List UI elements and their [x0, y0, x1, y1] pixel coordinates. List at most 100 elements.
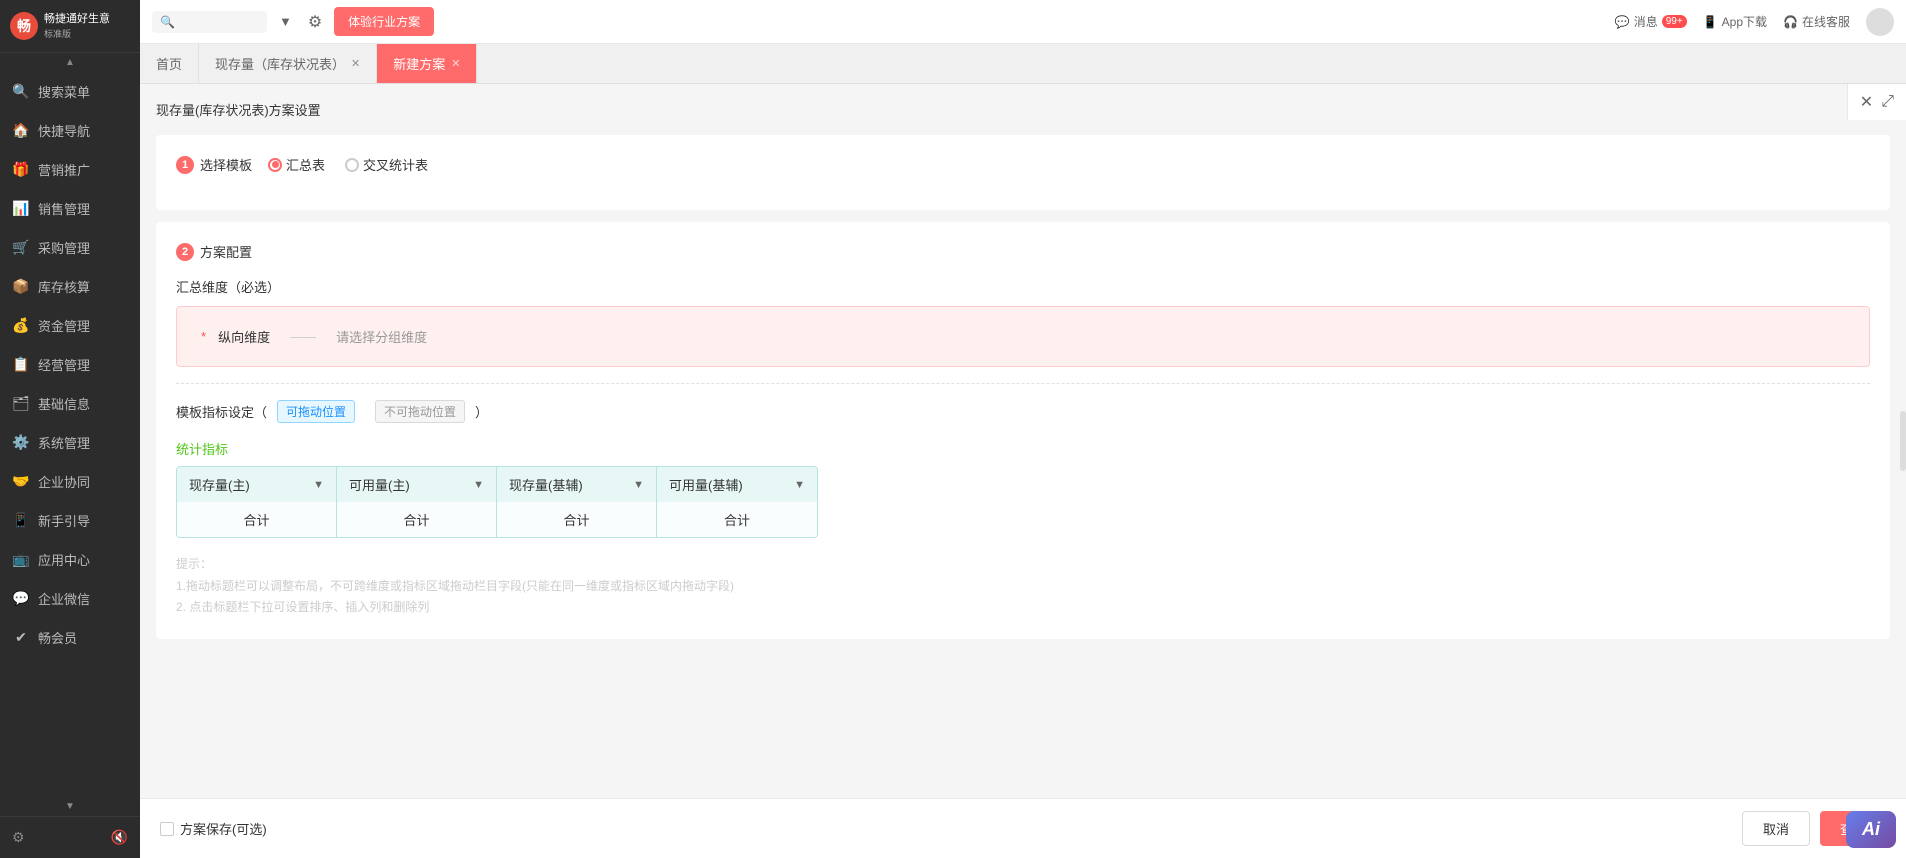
tab-home[interactable]: 首页 — [140, 44, 199, 83]
tabs-bar: 首页 现存量（库存状况表） ✕ 新建方案 ✕ — [140, 44, 1906, 84]
expand-window-btn[interactable]: ⤢ — [1877, 91, 1898, 113]
stats-col-body-1: 合计 — [177, 502, 337, 537]
stats-col-header-3[interactable]: 现存量(基辅) ▼ — [497, 467, 657, 502]
tv-icon: 📺 — [12, 551, 30, 569]
sidebar-item-inventory[interactable]: 📦 库存核算 — [0, 267, 140, 306]
sidebar-scroll-down[interactable]: ▼ — [0, 797, 140, 816]
radio-cross[interactable]: 交叉统计表 — [345, 155, 428, 174]
sidebar-item-sales[interactable]: 📊 销售管理 — [0, 189, 140, 228]
search-input[interactable] — [179, 15, 259, 29]
save-option[interactable]: 方案保存(可选) — [160, 819, 267, 838]
sidebar-item-label: 新手引导 — [38, 511, 90, 530]
topbar-dropdown[interactable]: ▼ — [275, 10, 296, 33]
search-icon: 🔍 — [12, 83, 30, 101]
tab-inventory-status[interactable]: 现存量（库存状况表） ✕ — [199, 44, 377, 83]
stats-col-header-1[interactable]: 现存量(主) ▼ — [177, 467, 337, 502]
search-icon: 🔍 — [160, 15, 175, 29]
stats-col-body-3: 合计 — [497, 502, 657, 537]
col1-label: 现存量(主) — [189, 475, 250, 494]
sidebar-item-label: 应用中心 — [38, 550, 90, 569]
ai-badge[interactable]: Ai — [1846, 811, 1896, 848]
messages-badge: 99+ — [1662, 15, 1687, 28]
sidebar-item-purchase[interactable]: 🛒 采购管理 — [0, 228, 140, 267]
step1-header: 1 选择模板 汇总表 交叉统计表 — [176, 155, 1870, 174]
clipboard-icon: 📋 — [12, 356, 30, 374]
stats-label: 统计指标 — [176, 439, 1870, 458]
app-download-item[interactable]: 📱 App下载 — [1703, 13, 1767, 30]
sidebar-item-member[interactable]: ✔ 畅会员 — [0, 618, 140, 657]
hint-1: 1.拖动标题栏可以调整布局，不可跨维度或指标区域拖动栏目字段(只能在同一维度或指… — [176, 576, 1870, 598]
messages-item[interactable]: 💬 消息 99+ — [1615, 13, 1687, 30]
step1-card: 1 选择模板 汇总表 交叉统计表 — [156, 135, 1890, 210]
stats-table-body: 合计 合计 合计 合计 — [177, 502, 817, 537]
col4-dropdown[interactable]: ▼ — [794, 479, 805, 491]
stats-col-header-4[interactable]: 可用量(基辅) ▼ — [657, 467, 817, 502]
template-radio-group: 汇总表 交叉统计表 — [268, 155, 428, 174]
save-checkbox[interactable] — [160, 822, 174, 836]
phone-icon: 📱 — [12, 512, 30, 530]
col3-dropdown[interactable]: ▼ — [633, 479, 644, 491]
tab-new-scheme[interactable]: 新建方案 ✕ — [377, 44, 477, 83]
stats-col-header-2[interactable]: 可用量(主) ▼ — [337, 467, 497, 502]
logo-icon: 畅 — [10, 12, 38, 40]
sidebar-item-label: 企业协同 — [38, 472, 90, 491]
tab-new-scheme-close[interactable]: ✕ — [451, 57, 460, 70]
user-avatar[interactable] — [1866, 8, 1894, 36]
sidebar-item-wechat[interactable]: 💬 企业微信 — [0, 579, 140, 618]
volume-icon[interactable]: 🔇 — [107, 825, 132, 850]
online-service-label: 在线客服 — [1802, 13, 1850, 30]
col1-dropdown[interactable]: ▼ — [313, 479, 324, 491]
tab-inventory-close[interactable]: ✕ — [351, 57, 360, 70]
close-window-btn[interactable]: ✕ — [1856, 90, 1877, 114]
stats-col-body-4: 合计 — [657, 502, 817, 537]
template-setting-suffix: ） — [475, 402, 488, 421]
app-logo: 畅 畅捷通好生意 标准版 — [0, 0, 140, 53]
sidebar-item-label: 营销推广 — [38, 160, 90, 179]
app-badge: 标准版 — [44, 27, 110, 40]
sidebar-item-system[interactable]: ⚙️ 系统管理 — [0, 423, 140, 462]
step1-badge: 1 — [176, 156, 194, 174]
step2-header: 2 方案配置 — [176, 242, 1870, 261]
draggable-badge: 可拖动位置 — [277, 400, 355, 423]
online-service-item[interactable]: 🎧 在线客服 — [1783, 13, 1850, 30]
sidebar: 畅 畅捷通好生意 标准版 ▲ 🔍 搜索菜单 🏠 快捷导航 🎁 营销推广 📊 销售… — [0, 0, 140, 858]
sidebar-item-basic[interactable]: 🗂 基础信息 — [0, 384, 140, 423]
hint-label: 提示： — [176, 554, 1870, 576]
col2-dropdown[interactable]: ▼ — [473, 479, 484, 491]
topbar-gear-icon[interactable]: ⚙ — [304, 8, 326, 36]
tab-new-scheme-label: 新建方案 — [393, 54, 445, 73]
sidebar-item-label: 搜索菜单 — [38, 82, 90, 101]
app-download-label: App下载 — [1722, 13, 1767, 30]
sidebar-item-label: 销售管理 — [38, 199, 90, 218]
sidebar-item-newbie[interactable]: 📱 新手引导 — [0, 501, 140, 540]
sidebar-item-shortcut[interactable]: 🏠 快捷导航 — [0, 111, 140, 150]
step2-badge: 2 — [176, 243, 194, 261]
dimension-box: * 纵向维度 —— 请选择分组维度 — [176, 306, 1870, 367]
headset-icon: 🎧 — [1783, 15, 1798, 29]
industry-btn[interactable]: 体验行业方案 — [334, 7, 434, 36]
cart-icon: 🛒 — [12, 239, 30, 257]
sidebar-item-marketing[interactable]: 🎁 营销推广 — [0, 150, 140, 189]
radio-summary[interactable]: 汇总表 — [268, 155, 325, 174]
settings-icon[interactable]: ⚙ — [8, 825, 29, 850]
cancel-button[interactable]: 取消 — [1742, 811, 1810, 846]
template-setting: 模板指标设定（ 可拖动位置 不可拖动位置 ） — [176, 400, 1870, 423]
sidebar-item-enterprise[interactable]: 🤝 企业协同 — [0, 462, 140, 501]
sidebar-scroll-up[interactable]: ▲ — [0, 53, 140, 72]
app-icon: 📱 — [1703, 15, 1718, 29]
sidebar-item-label: 基础信息 — [38, 394, 90, 413]
sidebar-item-apps[interactable]: 📺 应用中心 — [0, 540, 140, 579]
sidebar-item-finance[interactable]: 💰 资金管理 — [0, 306, 140, 345]
gift-icon: 🎁 — [12, 161, 30, 179]
dimension-placeholder: 请选择分组维度 — [336, 327, 427, 346]
messages-label: 消息 — [1634, 13, 1658, 30]
gear-icon: ⚙️ — [12, 434, 30, 452]
sidebar-item-search[interactable]: 🔍 搜索菜单 — [0, 72, 140, 111]
stats-col-body-2: 合计 — [337, 502, 497, 537]
sidebar-item-operations[interactable]: 📋 经营管理 — [0, 345, 140, 384]
sidebar-bottom: ⚙ 🔇 — [0, 816, 140, 858]
sidebar-item-label: 库存核算 — [38, 277, 90, 296]
bottom-bar: 方案保存(可选) 取消 查询 — [140, 798, 1906, 858]
search-box[interactable]: 🔍 — [152, 11, 267, 33]
sidebar-nav: 🔍 搜索菜单 🏠 快捷导航 🎁 营销推广 📊 销售管理 🛒 采购管理 📦 库存核… — [0, 72, 140, 797]
